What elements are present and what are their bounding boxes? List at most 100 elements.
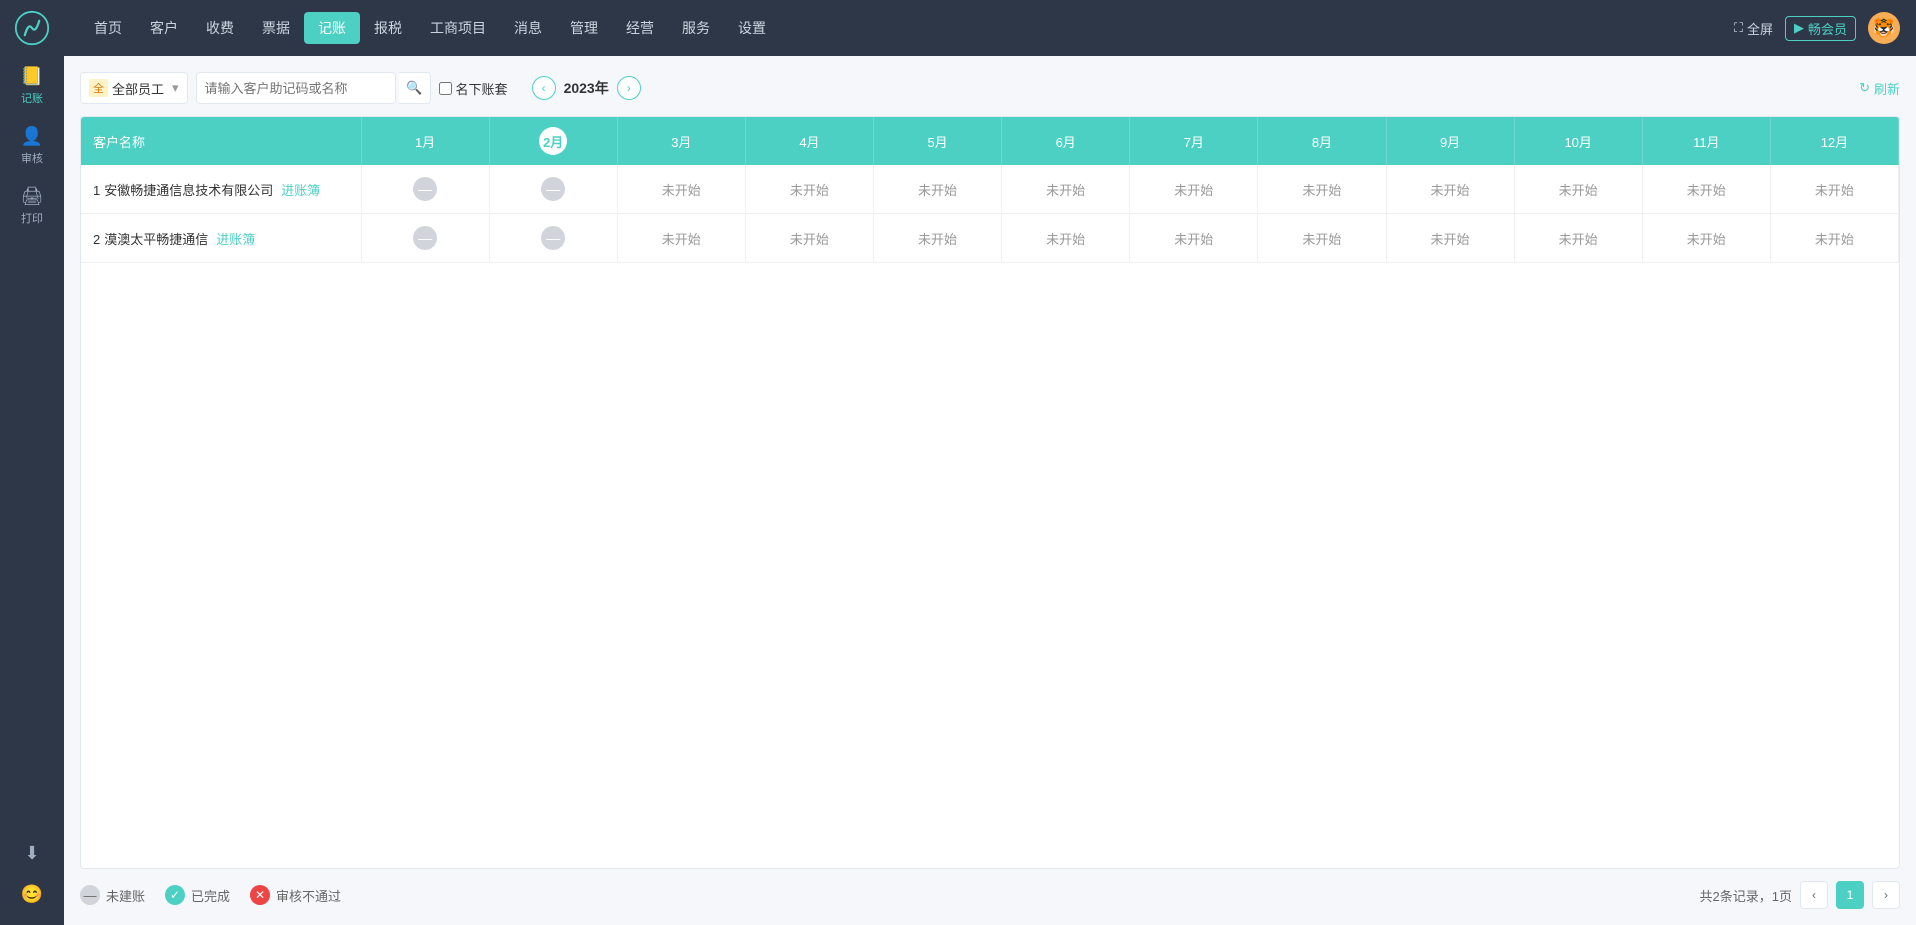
fullscreen-button[interactable]: ⛶ 全屏: [1734, 19, 1773, 38]
col-mar: 3月: [617, 117, 745, 165]
nav-operate[interactable]: 经营: [612, 12, 668, 44]
table-row: 2漠澳太平畅捷通信进账簿——未开始未开始未开始未开始未开始未开始未开始未开始未开…: [81, 214, 1899, 263]
month-cell-11: 未开始: [1642, 165, 1770, 214]
total-records: 共2条记录，1页: [1700, 886, 1792, 905]
not-started-status: 未开始: [1046, 232, 1085, 247]
next-year-button[interactable]: ›: [617, 76, 641, 100]
nav-ledger[interactable]: 记账: [304, 12, 360, 44]
prev-year-button[interactable]: ‹: [532, 76, 556, 100]
not-created-status: —: [541, 226, 565, 250]
fullscreen-label: 全屏: [1747, 19, 1773, 38]
not-started-status: 未开始: [790, 183, 829, 198]
not-started-status: 未开始: [1302, 183, 1341, 198]
ledger-table: 客户名称 1月 2月 3月 4月 5月 6月 7月 8月: [80, 116, 1900, 869]
current-page-button[interactable]: 1: [1836, 881, 1864, 909]
not-created-status: —: [413, 177, 437, 201]
my-accounts-input[interactable]: [439, 82, 452, 95]
nav-invoice[interactable]: 票据: [248, 12, 304, 44]
toolbar: 全 全部员工 ▾ 🔍 名下账套 ‹ 2023年 › ↻ 刷新: [80, 72, 1900, 104]
pagination: 共2条记录，1页 ‹ 1 ›: [1700, 881, 1900, 909]
col-jun: 6月: [1002, 117, 1130, 165]
sidebar-item-print[interactable]: 🖨 打印: [0, 176, 64, 236]
nav-tax[interactable]: 报税: [360, 12, 416, 44]
month-cell-7: 未开始: [1130, 165, 1258, 214]
rejected-label: 审核不通过: [276, 886, 341, 905]
nav-client[interactable]: 客户: [136, 12, 192, 44]
month-cell-3: 未开始: [617, 165, 745, 214]
page-content: 全 全部员工 ▾ 🔍 名下账套 ‹ 2023年 › ↻ 刷新: [64, 56, 1916, 925]
nav-service[interactable]: 服务: [668, 12, 724, 44]
my-accounts-checkbox[interactable]: 名下账套: [439, 79, 508, 98]
month-cell-10: 未开始: [1514, 165, 1642, 214]
completed-icon: ✓: [165, 885, 185, 905]
month-cell-11: 未开始: [1642, 214, 1770, 263]
refresh-icon: ↻: [1859, 80, 1870, 96]
prev-page-button[interactable]: ‹: [1800, 881, 1828, 909]
checkbox-label-text: 名下账套: [456, 79, 508, 98]
enter-ledger-link[interactable]: 进账簿: [216, 232, 255, 247]
month-cell-5: 未开始: [874, 165, 1002, 214]
nav-bizitem[interactable]: 工商项目: [416, 12, 500, 44]
employee-select[interactable]: 全 全部员工 ▾: [80, 72, 188, 104]
fullscreen-icon: ⛶: [1734, 20, 1743, 36]
col-client-name: 客户名称: [81, 117, 361, 165]
col-sep: 9月: [1386, 117, 1514, 165]
month-cell-8: 未开始: [1258, 214, 1386, 263]
month-cell-9: 未开始: [1386, 214, 1514, 263]
nav-fee[interactable]: 收费: [192, 12, 248, 44]
play-icon: ▶: [1794, 20, 1804, 36]
col-aug: 8月: [1258, 117, 1386, 165]
col-may: 5月: [874, 117, 1002, 165]
refresh-button[interactable]: ↻ 刷新: [1859, 79, 1900, 98]
data-table: 客户名称 1月 2月 3月 4月 5月 6月 7月 8月: [81, 117, 1899, 263]
enter-ledger-link[interactable]: 进账簿: [281, 183, 320, 198]
vip-button[interactable]: ▶ 畅会员: [1785, 16, 1856, 41]
month-cell-2: —: [489, 165, 617, 214]
sidebar-item-support[interactable]: 😊: [0, 874, 64, 915]
not-started-status: 未开始: [662, 183, 701, 198]
nav-manage[interactable]: 管理: [556, 12, 612, 44]
not-created-icon: —: [80, 885, 100, 905]
sidebar-item-audit[interactable]: 👤 审核: [0, 116, 64, 176]
row-number: 1: [93, 183, 100, 198]
next-page-button[interactable]: ›: [1872, 881, 1900, 909]
not-started-status: 未开始: [1046, 183, 1085, 198]
sidebar-item-download[interactable]: ⬇: [0, 833, 64, 874]
not-started-status: 未开始: [1687, 183, 1726, 198]
table-scroll[interactable]: 客户名称 1月 2月 3月 4月 5月 6月 7月 8月: [81, 117, 1899, 866]
month-cell-1: —: [361, 165, 489, 214]
nav-settings[interactable]: 设置: [724, 12, 780, 44]
app-logo: [0, 0, 64, 56]
col-feb: 2月: [489, 117, 617, 165]
legend-not-created: — 未建账: [80, 885, 145, 905]
sidebar-item-ledger[interactable]: 📒 记账: [0, 56, 64, 116]
refresh-label: 刷新: [1874, 79, 1900, 98]
month-cell-7: 未开始: [1130, 214, 1258, 263]
user-avatar[interactable]: 🐯: [1868, 12, 1900, 44]
search-button[interactable]: 🔍: [399, 72, 431, 104]
not-started-status: 未开始: [662, 232, 701, 247]
not-started-status: 未开始: [790, 232, 829, 247]
active-month-circle: 2月: [539, 127, 567, 155]
table-header: 客户名称 1月 2月 3月 4月 5月 6月 7月 8月: [81, 117, 1899, 165]
search-input[interactable]: [196, 72, 396, 104]
month-cell-3: 未开始: [617, 214, 745, 263]
not-started-status: 未开始: [918, 183, 957, 198]
current-page-number: 1: [1847, 888, 1854, 902]
nav-home[interactable]: 首页: [80, 12, 136, 44]
month-cell-6: 未开始: [1002, 165, 1130, 214]
month-cell-10: 未开始: [1514, 214, 1642, 263]
not-started-status: 未开始: [1302, 232, 1341, 247]
year-navigation: ‹ 2023年 ›: [532, 76, 641, 100]
sidebar: 📒 记账 👤 审核 🖨 打印 ⬇ 😊: [0, 0, 64, 925]
nav-message[interactable]: 消息: [500, 12, 556, 44]
month-cell-6: 未开始: [1002, 214, 1130, 263]
vip-label: 畅会员: [1808, 19, 1847, 38]
top-navigation: 首页 客户 收费 票据 记账 报税 工商项目 消息 管理 经营 服务 设置 ⛶ …: [64, 0, 1916, 56]
not-started-status: 未开始: [1174, 183, 1213, 198]
ledger-icon: 📒: [21, 66, 43, 87]
table-row: 1安徽畅捷通信息技术有限公司进账簿——未开始未开始未开始未开始未开始未开始未开始…: [81, 165, 1899, 214]
month-cell-5: 未开始: [874, 214, 1002, 263]
month-cell-12: 未开始: [1770, 214, 1898, 263]
print-icon: 🖨: [21, 186, 44, 207]
